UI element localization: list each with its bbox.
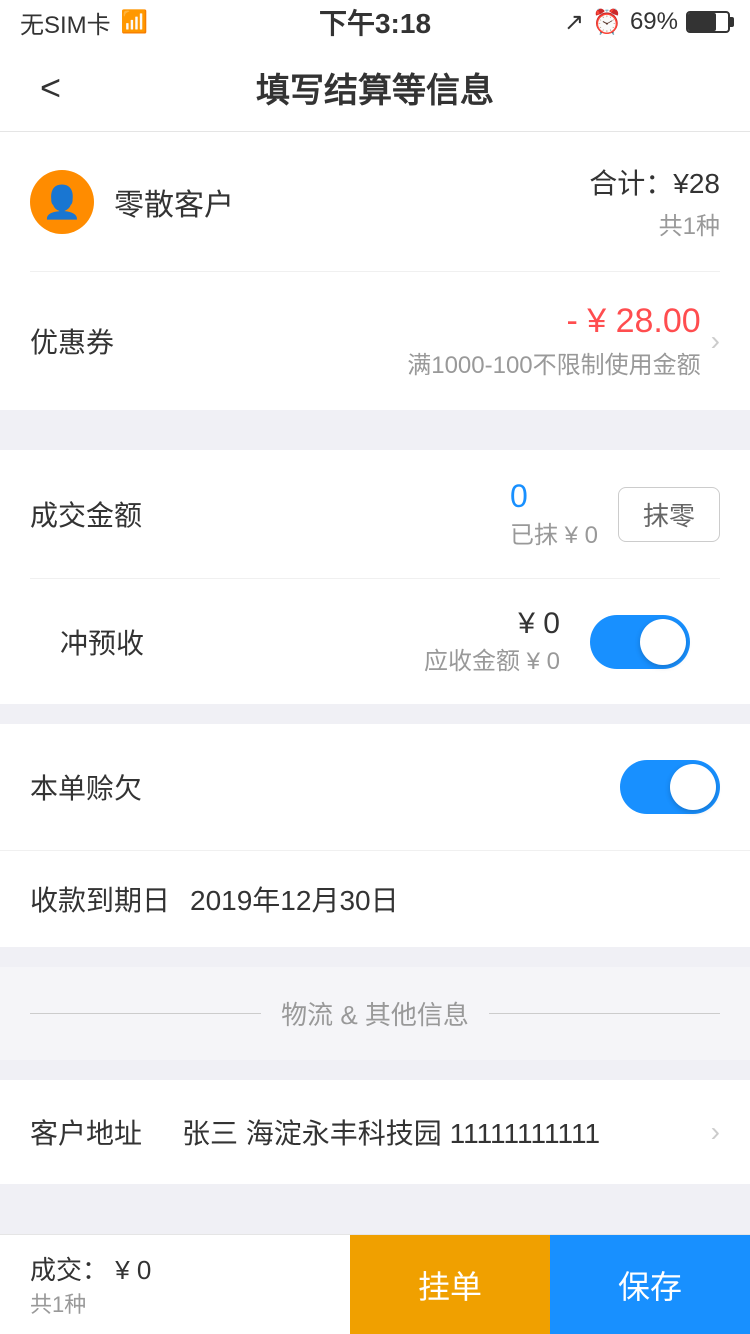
prepay-label: 冲预收 <box>60 622 144 662</box>
section-separator <box>0 430 750 450</box>
transaction-row: 成交金额 0 已抹 ¥ 0 抹零 <box>30 450 720 579</box>
battery-percent: 69% <box>630 8 678 36</box>
prepay-toggle[interactable] <box>590 615 690 669</box>
location-icon: ↗ <box>564 8 584 37</box>
logistics-header: 物流 & 其他信息 <box>0 967 750 1060</box>
bottom-bar: 成交： ¥ 0 共1种 挂单 保存 <box>0 1234 750 1334</box>
round-zero-button[interactable]: 抹零 <box>618 487 720 542</box>
status-bar: 无SIM卡 📶 下午3:18 ↗ ⏰ 69% <box>0 0 750 44</box>
coupon-label: 优惠券 <box>30 321 114 361</box>
status-left: 无SIM卡 📶 <box>20 5 148 40</box>
address-value: 张三 海淀永丰科技园 11111111111 <box>182 1112 711 1152</box>
customer-count: 共1种 <box>589 206 720 241</box>
chevron-right-icon: › <box>711 325 720 357</box>
address-label: 客户地址 <box>30 1112 142 1152</box>
wifi-icon: 📶 <box>121 9 148 35</box>
customer-row[interactable]: 👤 零散客户 合计：¥28 共1种 <box>0 132 750 271</box>
address-row[interactable]: 客户地址 张三 海淀永丰科技园 11111111111 › <box>0 1080 750 1184</box>
status-time: 下午3:18 <box>319 2 431 42</box>
prepay-sub: 应收金额 ¥ 0 <box>424 641 560 676</box>
address-chevron-icon: › <box>711 1116 720 1148</box>
bottom-count: 共1种 <box>30 1287 350 1319</box>
status-right: ↗ ⏰ 69% <box>564 8 730 37</box>
avatar: 👤 <box>30 170 94 234</box>
address-section: 客户地址 张三 海淀永丰科技园 11111111111 › <box>0 1080 750 1184</box>
section-separator-2 <box>0 704 750 724</box>
back-button[interactable]: < <box>30 57 71 119</box>
coupon-right: - ¥ 28.00 满1000-100不限制使用金额 › <box>407 302 720 380</box>
logistics-section: 物流 & 其他信息 <box>0 967 750 1060</box>
due-date-row: 收款到期日 2019年12月30日 <box>0 850 750 947</box>
toggle-knob <box>640 619 686 665</box>
credit-toggle[interactable] <box>620 760 720 814</box>
credit-label: 本单赊欠 <box>30 767 142 807</box>
credit-row: 本单赊欠 <box>0 724 750 850</box>
transaction-label: 成交金额 <box>30 494 142 534</box>
network-label: 无SIM卡 <box>20 5 111 40</box>
due-date-label-text: 收款到期日 <box>30 879 170 919</box>
transaction-value: 0 <box>510 478 598 515</box>
main-content: 👤 零散客户 合计：¥28 共1种 优惠券 - ¥ 28.00 满1000-10… <box>0 132 750 1304</box>
save-button[interactable]: 保存 <box>550 1235 750 1334</box>
section-separator-3 <box>0 947 750 967</box>
logistics-line-left <box>30 1013 261 1014</box>
logistics-header-text: 物流 & 其他信息 <box>261 995 489 1032</box>
prepay-amount: ¥ 0 <box>424 607 560 641</box>
transaction-section: 成交金额 0 已抹 ¥ 0 抹零 冲预收 ¥ 0 应收金额 ¥ 0 <box>0 450 750 704</box>
bottom-amount: ¥ 0 <box>115 1255 151 1285</box>
bottom-deal-row: 成交： ¥ 0 <box>30 1250 350 1287</box>
avatar-icon: 👤 <box>42 183 82 221</box>
customer-total: 合计：¥28 <box>589 162 720 202</box>
prepay-right: ¥ 0 应收金额 ¥ 0 <box>424 607 690 676</box>
credit-toggle-knob <box>670 764 716 810</box>
customer-name: 零散客户 <box>114 180 234 224</box>
bottom-info: 成交： ¥ 0 共1种 <box>0 1235 350 1334</box>
section-separator-4 <box>0 1060 750 1080</box>
customer-left: 👤 零散客户 <box>30 170 234 234</box>
coupon-row[interactable]: 优惠券 - ¥ 28.00 满1000-100不限制使用金额 › <box>0 272 750 410</box>
hold-button[interactable]: 挂单 <box>350 1235 550 1334</box>
bottom-deal-label: 成交： <box>30 1255 108 1285</box>
credit-section: 本单赊欠 收款到期日 2019年12月30日 <box>0 724 750 947</box>
nav-bar: < 填写结算等信息 <box>0 44 750 132</box>
alarm-icon: ⏰ <box>592 8 622 37</box>
coupon-desc: 满1000-100不限制使用金额 <box>407 345 700 380</box>
customer-section: 👤 零散客户 合计：¥28 共1种 优惠券 - ¥ 28.00 满1000-10… <box>0 132 750 410</box>
due-date-label: 收款到期日 2019年12月30日 <box>30 879 720 919</box>
coupon-amount: - ¥ 28.00 <box>407 302 700 341</box>
due-date-value: 2019年12月30日 <box>190 879 399 919</box>
customer-right: 合计：¥28 共1种 <box>589 162 720 241</box>
transaction-right: 0 已抹 ¥ 0 抹零 <box>510 478 720 550</box>
page-title: 填写结算等信息 <box>256 63 494 112</box>
battery-icon <box>686 11 730 33</box>
logistics-line-right <box>489 1013 720 1014</box>
transaction-sub: 已抹 ¥ 0 <box>510 515 598 550</box>
prepay-info: ¥ 0 应收金额 ¥ 0 <box>424 607 560 676</box>
prepay-row: 冲预收 ¥ 0 应收金额 ¥ 0 <box>30 579 720 704</box>
